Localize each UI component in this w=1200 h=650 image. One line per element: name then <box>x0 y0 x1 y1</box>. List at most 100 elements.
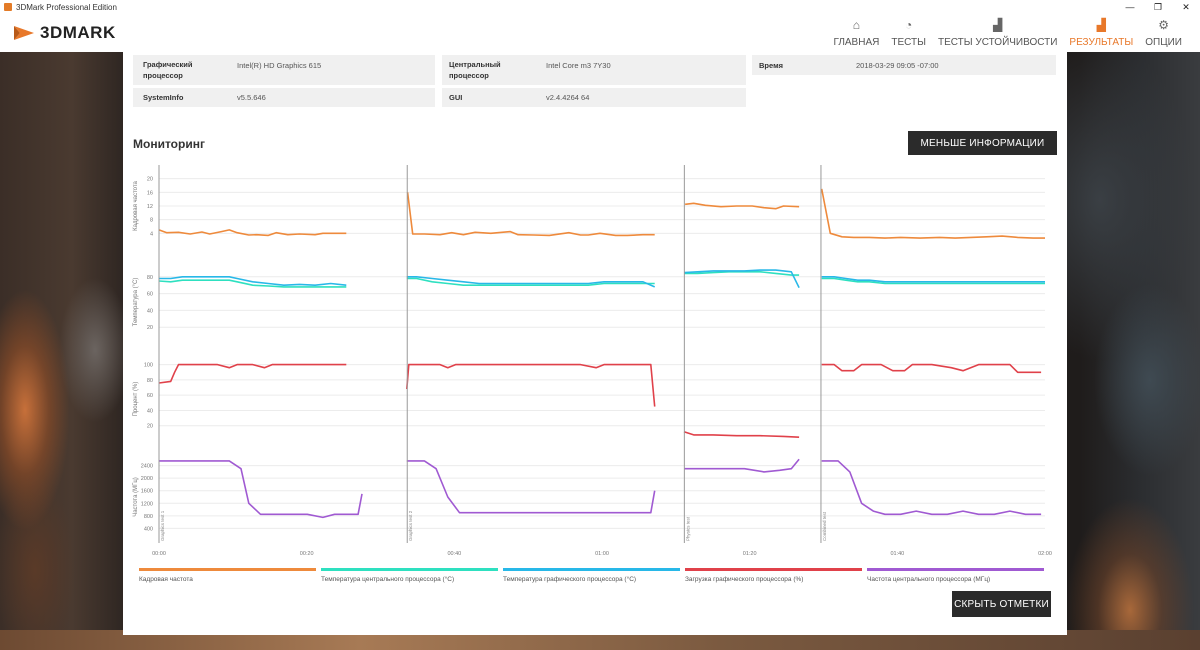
nav-item-1[interactable]: ◔ ТЕСТЫ <box>885 14 932 52</box>
nav-item-4[interactable]: ⚙ ОПЦИИ <box>1139 14 1188 52</box>
window-title: 3DMark Professional Edition <box>16 2 117 12</box>
hide-marks-button[interactable]: СКРЫТЬ ОТМЕТКИ <box>952 591 1051 617</box>
legend-item[interactable]: Температура центрального процессора (°C) <box>321 568 498 583</box>
nav-item-label: РЕЗУЛЬТАТЫ <box>1069 37 1134 48</box>
monitoring-chart: 4 8 12 16 20 Кадровая частота 20 40 60 80 Температ… <box>133 165 1052 557</box>
series-line <box>821 460 1042 516</box>
maximize-icon[interactable]: ❐ <box>1144 0 1172 14</box>
nav-item-label: ОПЦИИ <box>1145 37 1182 48</box>
close-icon[interactable]: ✕ <box>1172 0 1200 14</box>
time-label: Время <box>759 61 783 70</box>
gpu-value: Intel(R) HD Graphics 615 <box>237 61 322 70</box>
y-tick-label: 1200 <box>141 501 153 507</box>
nav-item-label: ТЕСТЫ <box>891 37 926 48</box>
y-tick-label: 12 <box>147 204 153 210</box>
series-line <box>159 460 363 519</box>
legend-swatch <box>321 568 498 571</box>
y-tick-label: 20 <box>147 177 153 183</box>
x-tick-label: 02:00 <box>1038 551 1052 557</box>
series-line <box>821 363 1042 374</box>
results-chart-icon: ▟ <box>1096 18 1106 32</box>
cpu-value: Intel Core m3 7Y30 <box>546 61 611 70</box>
x-tick-label: 00:20 <box>300 551 314 557</box>
y-tick-label: 8 <box>150 218 153 224</box>
series-line <box>406 192 655 237</box>
gui-value: v2.4.4264 64 <box>546 93 590 102</box>
series-line <box>406 460 656 514</box>
legend-item[interactable]: Кадровая частота <box>139 568 316 583</box>
stress-chart-icon: ▟ <box>993 18 1003 32</box>
main-nav: ⌂ ГЛАВНАЯ ◔ ТЕСТЫ ▟ ТЕСТЫ УСТОЙЧИВОСТИ ▟ РЕЗУЛЬ… <box>827 14 1188 52</box>
less-info-button[interactable]: МЕНЬШЕ ИНФОРМАЦИИ <box>908 131 1057 155</box>
legend-item[interactable]: Температура графического процессора (°C) <box>503 568 680 583</box>
window-title-bar: 3DMark Professional Edition — ❐ ✕ <box>0 0 1200 14</box>
legend-swatch <box>503 568 680 571</box>
x-tick-label: 01:20 <box>743 551 757 557</box>
legend-swatch <box>685 568 862 571</box>
x-tick-label: 01:40 <box>890 551 904 557</box>
time-value: 2018-03-29 09:05 -07:00 <box>856 61 939 70</box>
legend-item[interactable]: Загрузка графического процессора (%) <box>685 568 862 583</box>
y-tick-label: 4 <box>150 231 153 237</box>
legend-label: Температура графического процессора (°C) <box>503 576 637 583</box>
cpu-cell: Центральный процессор Intel Core m3 7Y30 <box>442 55 746 85</box>
logo-text: 3DMARK <box>40 23 116 42</box>
nav-item-label: ТЕСТЫ УСТОЙЧИВОСТИ <box>937 37 1058 48</box>
legend-item[interactable]: Частота центрального процессора (МГц) <box>867 568 1044 583</box>
nav-item-2[interactable]: ▟ ТЕСТЫ УСТОЙЧИВОСТИ <box>932 14 1063 52</box>
sysinfo-value: v5.5.646 <box>237 93 266 102</box>
legend-swatch <box>139 568 316 571</box>
x-tick-label: 00:00 <box>152 551 166 557</box>
series-line <box>406 363 656 407</box>
x-tick-label: 00:40 <box>447 551 461 557</box>
series-line <box>820 188 1045 239</box>
3dmark-logo-icon <box>14 26 34 40</box>
y-tick-label: 40 <box>147 408 153 414</box>
nav-item-label: ГЛАВНАЯ <box>833 37 880 48</box>
y-axis-label: Частота (МГц) <box>133 477 139 517</box>
legend-label: Кадровая частота <box>139 576 193 583</box>
y-axis-label: Температура (°C) <box>133 278 139 327</box>
x-tick-label: 01:00 <box>595 551 609 557</box>
test-marker-label: Physics test <box>685 516 690 541</box>
monitoring-title: Мониторинг <box>133 137 205 151</box>
y-tick-label: 80 <box>147 275 153 281</box>
test-marker-label: Graphics test 2 <box>408 510 413 541</box>
y-tick-label: 400 <box>144 526 153 532</box>
legend-label: Температура центрального процессора (°C) <box>321 576 455 583</box>
test-marker-label: Combined test <box>822 511 827 541</box>
y-tick-label: 800 <box>144 514 153 520</box>
test-marker-label: Graphics test 1 <box>160 510 165 541</box>
y-tick-label: 2400 <box>141 464 153 470</box>
time-cell: Время 2018-03-29 09:05 -07:00 <box>752 55 1056 75</box>
y-tick-label: 16 <box>147 190 153 196</box>
window-controls: — ❐ ✕ <box>1116 0 1200 14</box>
cpu-label: Центральный процессор <box>449 60 501 80</box>
y-tick-label: 2000 <box>141 476 153 482</box>
y-tick-label: 20 <box>147 325 153 331</box>
y-tick-label: 60 <box>147 393 153 399</box>
gauge-icon: ◔ <box>905 18 913 32</box>
legend-label: Частота центрального процессора (МГц) <box>867 576 991 583</box>
y-tick-label: 40 <box>147 308 153 314</box>
series-line <box>683 431 800 438</box>
results-panel: Графический процессор Intel(R) HD Graphi… <box>123 52 1067 635</box>
home-icon: ⌂ <box>852 18 861 32</box>
gear-icon: ⚙ <box>1158 18 1169 32</box>
sysinfo-label: SystemInfo <box>143 93 184 102</box>
y-tick-label: 100 <box>144 363 153 369</box>
y-tick-label: 20 <box>147 424 153 430</box>
y-axis-label: Процент (%) <box>133 382 139 417</box>
minimize-icon[interactable]: — <box>1116 0 1144 14</box>
nav-item-0[interactable]: ⌂ ГЛАВНАЯ <box>827 14 885 52</box>
logo: 3DMARK <box>12 20 116 46</box>
series-line <box>158 229 347 237</box>
gui-cell: GUI v2.4.4264 64 <box>442 88 746 107</box>
gpu-cell: Графический процессор Intel(R) HD Graphi… <box>133 55 435 85</box>
legend-label: Загрузка графического процессора (%) <box>685 576 804 583</box>
y-tick-label: 60 <box>147 292 153 298</box>
gui-label: GUI <box>449 93 463 102</box>
nav-item-3[interactable]: ▟ РЕЗУЛЬТАТЫ <box>1063 14 1139 52</box>
app-icon <box>4 3 12 11</box>
y-tick-label: 1600 <box>141 489 153 495</box>
